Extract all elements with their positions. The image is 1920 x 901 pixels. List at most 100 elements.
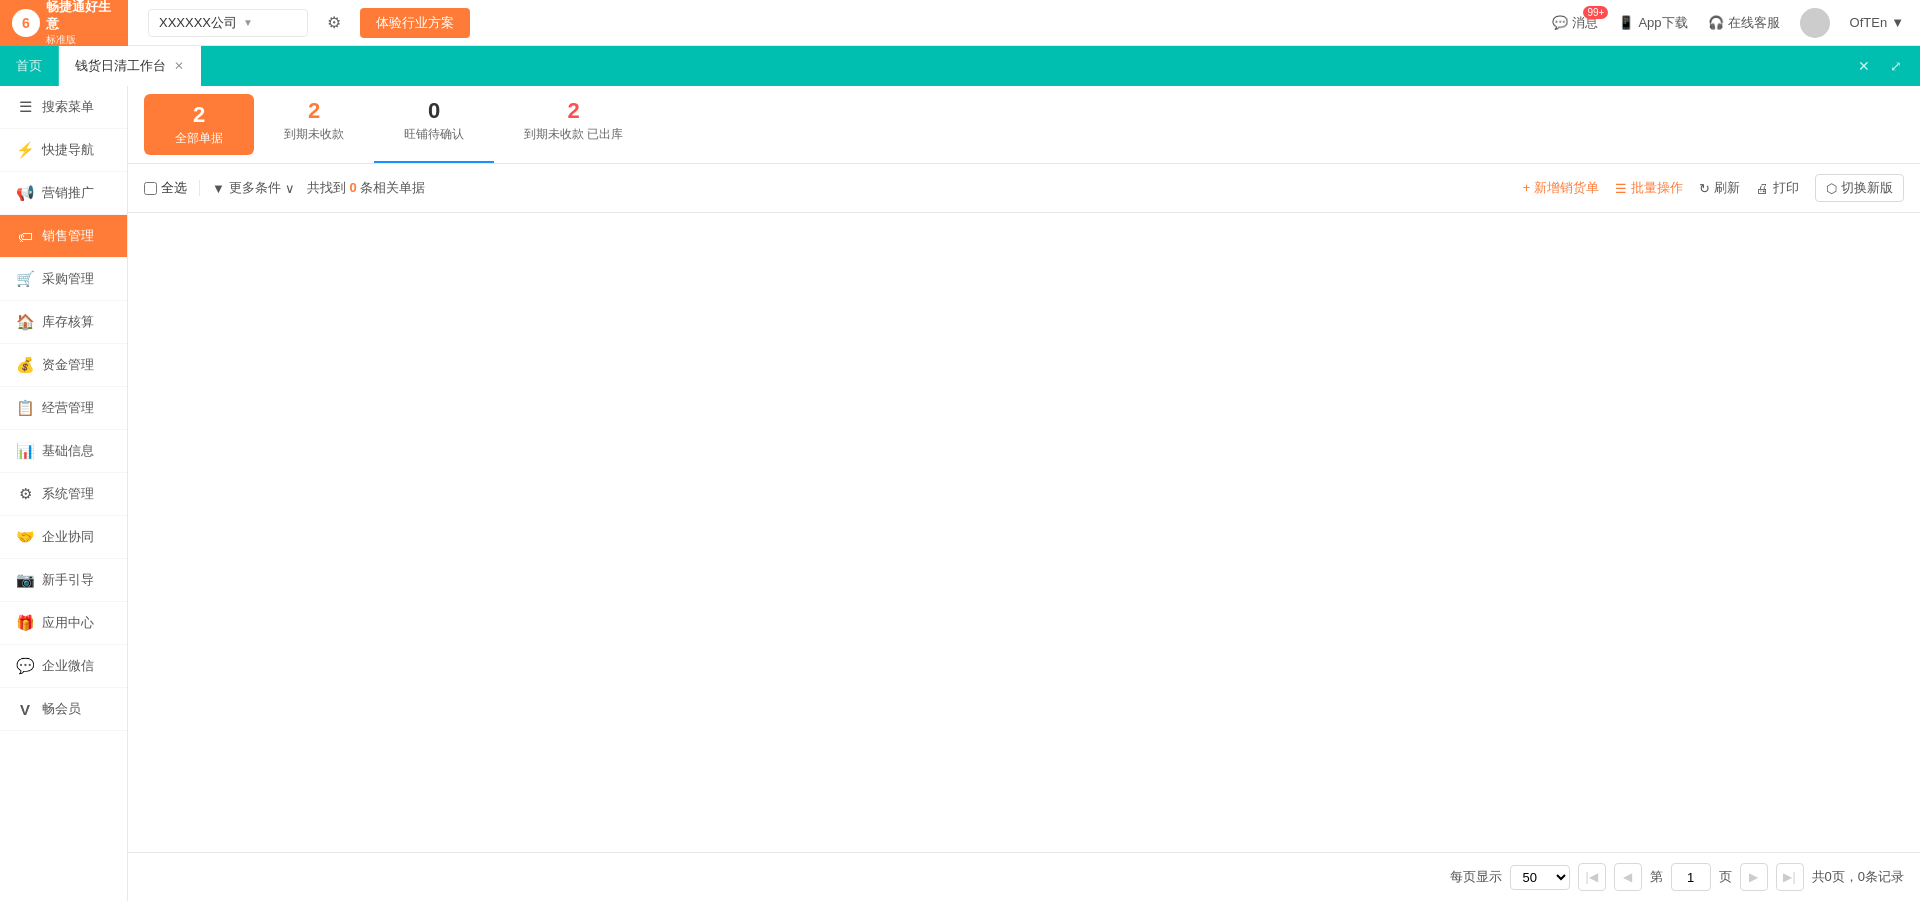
sidebar-item-finance[interactable]: 💰 资金管理 [0,344,127,387]
collab-icon: 🤝 [16,528,34,546]
batch-label: 批量操作 [1631,179,1683,197]
message-btn[interactable]: 💬 消息 99+ [1552,14,1598,32]
page-prev-btn[interactable]: ◀ [1614,863,1642,891]
sidebar-member-label: 畅会员 [42,700,81,718]
sidebar-guide-label: 新手引导 [42,571,94,589]
message-icon: 💬 [1552,15,1568,30]
tab-workbench-label: 钱货日清工作台 [75,57,166,75]
per-page-select[interactable]: 50 20 100 [1510,865,1570,890]
sales-icon: 🏷 [16,228,34,245]
tab-minimize-icon[interactable]: ✕ [1852,54,1876,78]
search-menu-icon: ☰ [16,98,34,116]
avatar[interactable] [1800,8,1830,38]
sidebar-item-wechat[interactable]: 💬 企业微信 [0,645,127,688]
per-page-label: 每页显示 [1450,868,1502,886]
user-menu-icon: ▼ [1891,15,1904,30]
sidebar-inventory-label: 库存核算 [42,313,94,331]
sidebar-item-operations[interactable]: 📋 经营管理 [0,387,127,430]
tab-maximize-icon[interactable]: ⤢ [1884,54,1908,78]
service-icon: 🎧 [1708,15,1724,30]
refresh-icon: ↻ [1699,181,1710,196]
finance-icon: 💰 [16,356,34,374]
stat-tab-overdue[interactable]: 2 到期未收款 [254,86,374,163]
print-label: 打印 [1773,179,1799,197]
select-all-checkbox[interactable]: 全选 [144,179,187,197]
experience-btn[interactable]: 体验行业方案 [360,8,470,38]
sidebar-item-quicknav[interactable]: ⚡ 快捷导航 [0,129,127,172]
add-sales-order-btn[interactable]: + 新增销货单 [1523,179,1599,197]
sidebar-item-search[interactable]: ☰ 搜索菜单 [0,86,127,129]
tab-actions: ✕ ⤢ [1852,54,1920,78]
stat-tab-wangpu[interactable]: 0 旺铺待确认 [374,86,494,163]
stat-tab-all[interactable]: 2 全部单据 [144,94,254,155]
batch-icon: ☰ [1615,181,1627,196]
sidebar-item-system[interactable]: ⚙ 系统管理 [0,473,127,516]
user-name[interactable]: OfTEn ▼ [1850,15,1904,30]
filter-icon: ▼ [212,181,225,196]
stat-tab-shipped[interactable]: 2 到期未收款 已出库 [494,86,653,163]
sidebar-finance-label: 资金管理 [42,356,94,374]
filter-btn[interactable]: ▼ 更多条件 ∨ [212,179,295,197]
wechat-icon: 💬 [16,657,34,675]
refresh-btn[interactable]: ↻ 刷新 [1699,179,1740,197]
stat-label-wangpu: 旺铺待确认 [404,126,464,143]
logo-text: 畅捷通好生意 标准版 [46,0,116,46]
stat-count-overdue: 2 [308,98,320,124]
top-header: 6 畅捷通好生意 标准版 XXXXXX公司 ▼ ⚙ 体验行业方案 💬 消息 99… [0,0,1920,46]
sidebar-item-sales[interactable]: 🏷 销售管理 [0,215,127,258]
system-icon: ⚙ [16,485,34,503]
switch-label: 切换新版 [1841,179,1893,197]
stat-label-overdue: 到期未收款 [284,126,344,143]
sidebar-item-inventory[interactable]: 🏠 库存核算 [0,301,127,344]
member-icon: V [16,701,34,718]
sidebar: ☰ 搜索菜单 ⚡ 快捷导航 📢 营销推广 🏷 销售管理 🛒 采购管理 🏠 库存核… [0,86,128,901]
switch-version-btn[interactable]: ⬡ 切换新版 [1815,174,1904,202]
stats-tabs: 2 全部单据 2 到期未收款 0 旺铺待确认 2 到期未收款 已出库 [128,86,1920,164]
header-right: 💬 消息 99+ 📱 App下载 🎧 在线客服 OfTEn ▼ [1552,8,1904,38]
settings-icon[interactable]: ⚙ [318,7,350,39]
batch-operation-btn[interactable]: ☰ 批量操作 [1615,179,1683,197]
logo-main: 畅捷通好生意 [46,0,116,33]
switch-icon: ⬡ [1826,181,1837,196]
sidebar-basics-label: 基础信息 [42,442,94,460]
print-btn[interactable]: 🖨 打印 [1756,179,1799,197]
sidebar-item-purchase[interactable]: 🛒 采购管理 [0,258,127,301]
tab-close-icon[interactable]: ✕ [174,59,184,73]
print-icon: 🖨 [1756,181,1769,196]
page-input[interactable] [1671,863,1711,891]
logo-icon: 6 [12,9,40,37]
message-badge: 99+ [1583,6,1608,19]
sidebar-appcenter-label: 应用中心 [42,614,94,632]
page-label: 第 [1650,868,1663,886]
sidebar-item-appcenter[interactable]: 🎁 应用中心 [0,602,127,645]
logo-sub: 标准版 [46,33,116,46]
sidebar-item-collab[interactable]: 🤝 企业协同 [0,516,127,559]
page-first-btn[interactable]: |◀ [1578,863,1606,891]
chevron-down-icon: ▼ [243,17,253,28]
filter-chevron-icon: ∨ [285,181,295,196]
appcenter-icon: 🎁 [16,614,34,632]
tab-home[interactable]: 首页 [0,46,59,86]
refresh-label: 刷新 [1714,179,1740,197]
page-label-2: 页 [1719,868,1732,886]
online-service-btn[interactable]: 🎧 在线客服 [1708,14,1780,32]
sidebar-quicknav-label: 快捷导航 [42,141,94,159]
table-area [128,213,1920,852]
quicknav-icon: ⚡ [16,141,34,159]
tab-workbench[interactable]: 钱货日清工作台 ✕ [59,46,201,86]
total-text: 共0页，0条记录 [1812,868,1904,886]
sidebar-item-guide[interactable]: 📷 新手引导 [0,559,127,602]
select-all-input[interactable] [144,182,157,195]
app-download-btn[interactable]: 📱 App下载 [1618,14,1687,32]
sidebar-item-marketing[interactable]: 📢 营销推广 [0,172,127,215]
toolbar-divider-1 [199,180,200,196]
stat-label-all: 全部单据 [175,130,223,147]
tab-bar: 首页 钱货日清工作台 ✕ ✕ ⤢ [0,46,1920,86]
page-next-btn[interactable]: ▶ [1740,863,1768,891]
logo-area: 6 畅捷通好生意 标准版 [0,0,128,46]
company-selector[interactable]: XXXXXX公司 ▼ [148,9,308,37]
sidebar-item-member[interactable]: V 畅会员 [0,688,127,731]
sidebar-item-basics[interactable]: 📊 基础信息 [0,430,127,473]
tab-home-label: 首页 [16,57,42,75]
page-last-btn[interactable]: ▶| [1776,863,1804,891]
